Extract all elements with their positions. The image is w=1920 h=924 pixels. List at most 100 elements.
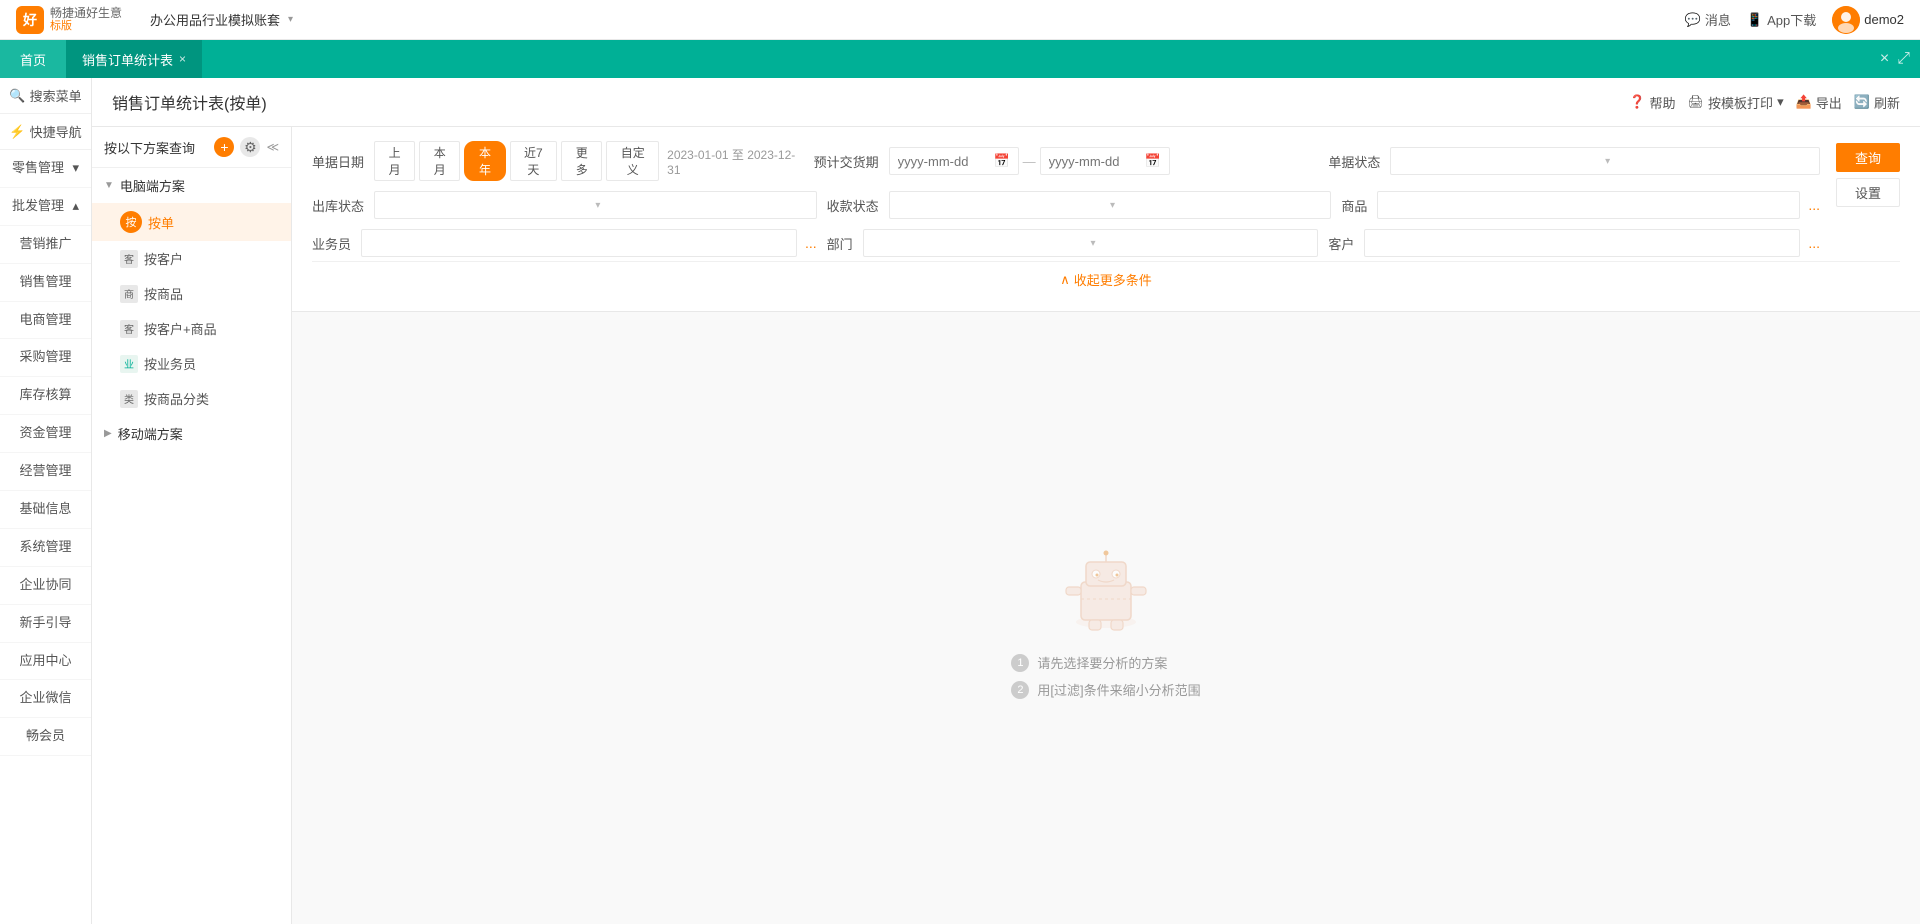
sidebar-search[interactable]: 🔍 搜索菜单 [0,78,91,114]
expected-date-label: 预计交货期 [814,152,879,171]
sidebar-item-system[interactable]: 系统管理 [0,529,91,567]
scheme-item-by-product[interactable]: 商 按商品 [92,276,291,311]
expected-date-start-wrapper[interactable]: 📅 [889,147,1019,175]
sidebar-item-ecommerce-label: 电商管理 [19,312,71,329]
sidebar-item-inventory[interactable]: 库存核算 [0,377,91,415]
sidebar-item-basic[interactable]: 基础信息 [0,491,91,529]
scheme-item-by-cust-prod[interactable]: 客 按客户+商品 [92,311,291,346]
sidebar-item-purchase[interactable]: 采购管理 [0,339,91,377]
expected-date-end-wrapper[interactable]: 📅 [1040,147,1170,175]
collection-status-select[interactable]: ▾ [889,191,1332,219]
template-print-label: 按模板打印 [1708,93,1773,112]
scheme-group-mobile: ▶ 移动端方案 [92,416,291,451]
sidebar-item-corp-label: 企业协同 [19,577,71,594]
date-btn-this-month[interactable]: 本月 [419,141,460,181]
sidebar-item-finance[interactable]: 资金管理 [0,415,91,453]
scheme-item-by-order[interactable]: 按 按单 [92,203,291,241]
page-title: 销售订单统计表(按单) [112,90,267,126]
scheme-item-by-customer-label: 按客户 [144,249,183,268]
collapse-icon: ∧ [1060,272,1070,288]
sidebar-item-inventory-label: 库存核算 [19,387,71,404]
template-print-action[interactable]: 🖨 按模板打印 ▾ [1688,93,1784,112]
tab-active[interactable]: 销售订单统计表 × [66,40,202,78]
date-btn-last7[interactable]: 近7天 [510,141,558,181]
scheme-item-by-category[interactable]: 类 按商品分类 [92,381,291,416]
goods-dots[interactable]: ... [1808,197,1820,213]
message-action[interactable]: 💬 消息 [1685,10,1731,29]
dept-select[interactable]: ▾ [863,229,1319,257]
customer-select[interactable] [1364,229,1800,257]
collapse-btn[interactable]: ∧ 收起更多条件 [312,261,1900,297]
tab-close-window-icon[interactable]: × [1880,50,1889,68]
date-btn-last-month[interactable]: 上月 [374,141,415,181]
sidebar-item-operations[interactable]: 经营管理 [0,453,91,491]
sidebar-item-app-center[interactable]: 应用中心 [0,643,91,681]
app-download-label: App下载 [1767,10,1816,29]
sales-dots[interactable]: ... [805,235,817,251]
workspace-dropdown-arrow[interactable]: ▾ [288,14,293,25]
scheme-item-by-customer[interactable]: 客 按客户 [92,241,291,276]
collapse-label: 收起更多条件 [1074,270,1152,289]
user-name: demo2 [1864,12,1904,27]
sidebar-item-new-guide[interactable]: 新手引导 [0,605,91,643]
mobile-group-arrow: ▶ [104,428,112,439]
export-action[interactable]: 📤 导出 [1796,93,1842,112]
sidebar-item-wholesale[interactable]: 批发管理 ▴ [0,188,91,226]
help-action[interactable]: ❓ 帮助 [1629,93,1675,112]
filter-rows-container: 单据日期 上月 本月 本年 近7天 更多 自定义 2023-01-01 至 20… [312,141,1900,257]
sidebar-item-corp[interactable]: 企业协同 [0,567,91,605]
ship-status-label: 出库状态 [312,196,364,215]
scheme-item-by-customer-icon: 客 [120,250,138,268]
scheme-group-pc: ▼ 电脑端方案 按 按单 客 按客户 商 按商品 [92,168,291,416]
scheme-group-mobile-header[interactable]: ▶ 移动端方案 [92,416,291,451]
sidebar-item-marketing[interactable]: 营销推广 [0,226,91,264]
tab-maximize-icon[interactable]: ⤢ [1897,50,1910,68]
scheme-collapse-btn[interactable]: ≪ [266,140,279,154]
sidebar-item-sales[interactable]: 销售管理 [0,264,91,302]
tab-home[interactable]: 首页 [0,40,66,78]
scheme-panel-title: 按以下方案查询 [104,138,195,157]
goods-select[interactable] [1377,191,1800,219]
date-btn-this-year[interactable]: 本年 [464,141,505,181]
expected-date-end-input[interactable] [1049,154,1141,169]
date-btn-custom[interactable]: 自定义 [606,141,659,181]
customer-dots[interactable]: ... [1808,235,1820,251]
scheme-item-by-product-icon: 商 [120,285,138,303]
scheme-item-by-category-icon: 类 [120,390,138,408]
scheme-setting-btn[interactable]: ⚙ [240,137,260,157]
calendar-end-icon: 📅 [1144,153,1160,169]
content-panel: 按以下方案查询 + ⚙ ≪ ▼ 电脑端方案 按 按单 [92,127,1920,924]
refresh-label: 刷新 [1874,93,1900,112]
top-bar: 好 畅捷通好生意 标版 办公用品行业模拟账套 ▾ 💬 消息 📱 App下载 [0,0,1920,40]
page-header-actions: ❓ 帮助 🖨 按模板打印 ▾ 📤 导出 🔄 刷新 [1629,93,1900,124]
scheme-add-btn[interactable]: + [214,137,234,157]
refresh-action[interactable]: 🔄 刷新 [1854,93,1900,112]
ship-status-select[interactable]: ▾ [374,191,817,219]
scheme-item-by-sales[interactable]: 业 按业务员 [92,346,291,381]
status-select[interactable]: ▾ [1390,147,1820,175]
template-print-arrow: ▾ [1777,94,1784,110]
goods-label: 商品 [1341,196,1367,215]
user-area[interactable]: demo2 [1832,6,1904,34]
tab-close-icon[interactable]: × [179,52,186,66]
sidebar-item-member[interactable]: 畅会员 [0,718,91,756]
app-download-action[interactable]: 📱 App下载 [1747,10,1816,29]
date-btn-more[interactable]: 更多 [561,141,602,181]
refresh-icon: 🔄 [1854,94,1870,110]
sidebar-item-corp-wechat[interactable]: 企业微信 [0,680,91,718]
filter-row-3: 业务员 ... 部门 ▾ [312,229,1820,257]
sidebar-quick-nav[interactable]: ⚡ 快捷导航 [0,114,91,150]
setting-button[interactable]: 设置 [1836,178,1900,207]
sidebar-item-ecommerce[interactable]: 电商管理 [0,302,91,340]
export-icon: 📤 [1796,94,1812,110]
scheme-group-pc-header[interactable]: ▼ 电脑端方案 [92,168,291,203]
sidebar-item-retail[interactable]: 零售管理 ▾ [0,150,91,188]
expected-date-start-input[interactable] [898,154,990,169]
scheme-panel-header: 按以下方案查询 + ⚙ ≪ [92,127,291,168]
date-label: 单据日期 [312,152,364,171]
sidebar-item-retail-arrow: ▾ [72,160,79,177]
query-button[interactable]: 查询 [1836,143,1900,172]
quick-nav-icon: ⚡ [9,124,25,140]
sales-select[interactable] [361,229,797,257]
empty-tip-2: 2 用[过滤]条件来缩小分析范围 [1011,680,1200,699]
